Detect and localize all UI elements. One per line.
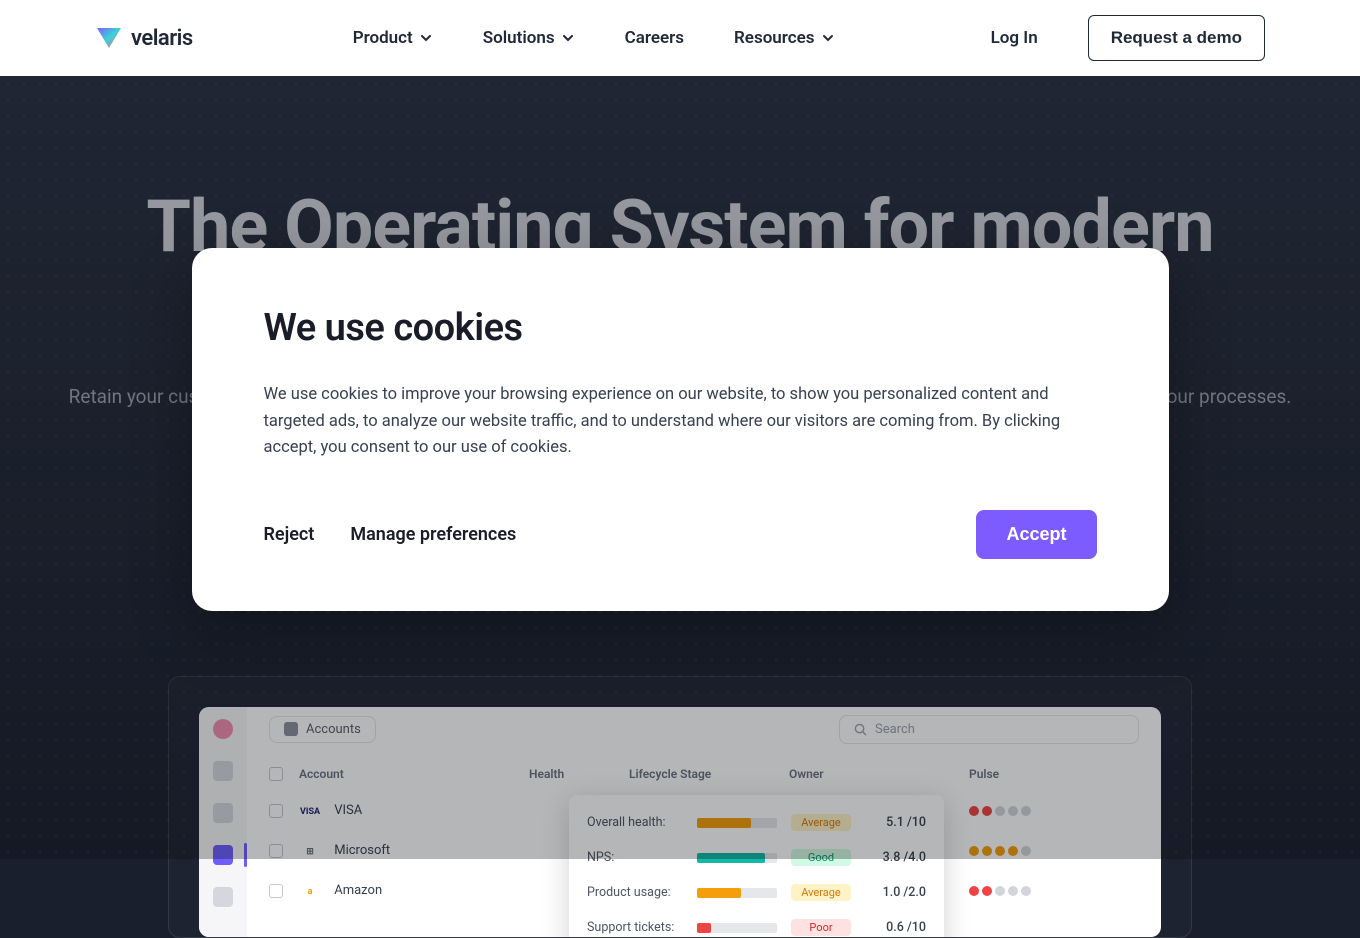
metric-badge: Average [791,884,851,901]
account-logo-icon: a [299,884,321,900]
metric-label: Support tickets: [587,920,697,935]
cookie-consent-modal: We use cookies We use cookies to improve… [192,248,1169,610]
pulse-dot [1021,886,1031,896]
metric-bar [697,888,777,898]
metric-score: 0.6 /10 [886,920,926,935]
pulse-indicator [969,886,1069,896]
pulse-dot [995,886,1005,896]
account-name: Amazon [334,883,382,898]
manage-preferences-button[interactable]: Manage preferences [350,524,516,545]
metric-bar [697,923,777,933]
metric-bar-fill [697,923,711,933]
tooltip-metric-row: Product usage: Average 1.0 /2.0 [587,875,926,910]
pulse-dot [969,886,979,896]
metric-label: Product usage: [587,885,697,900]
metric-score: 1.0 /2.0 [883,885,926,900]
modal-title: We use cookies [264,306,1097,350]
accept-button[interactable]: Accept [976,510,1096,559]
row-checkbox[interactable] [269,884,283,898]
cookie-modal-backdrop: We use cookies We use cookies to improve… [0,0,1360,859]
metric-badge: Poor [791,919,851,936]
pulse-dot [982,886,992,896]
pulse-cell [969,886,1069,896]
metric-bar-fill [697,888,741,898]
pulse-dot [1008,886,1018,896]
modal-actions: Reject Manage preferences Accept [264,510,1097,559]
tooltip-metric-row: Support tickets: Poor 0.6 /10 [587,910,926,937]
account-cell: a Amazon [299,883,529,900]
modal-body-text: We use cookies to improve your browsing … [264,382,1097,461]
reject-button[interactable]: Reject [264,524,315,545]
sidebar-people-icon[interactable] [213,887,233,907]
